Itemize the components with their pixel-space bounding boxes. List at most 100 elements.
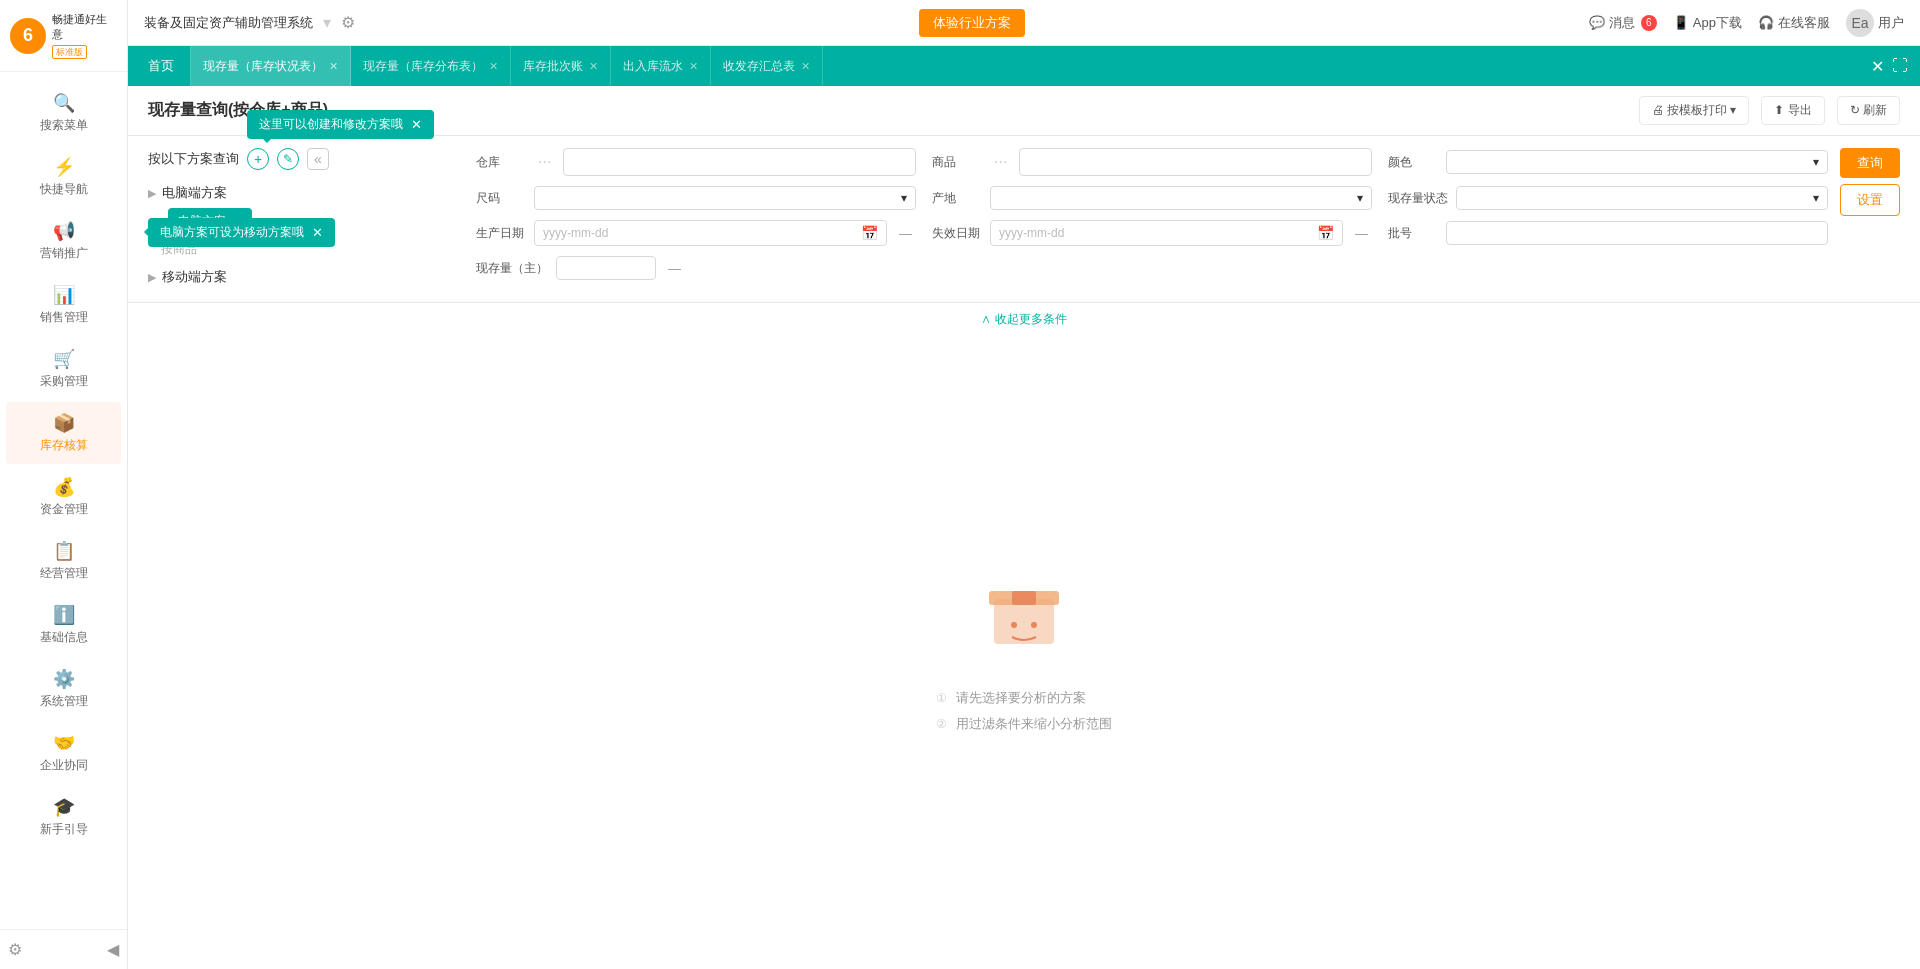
tab-summary-close[interactable]: ✕ [801,60,810,73]
sidebar-item-search[interactable]: 🔍 搜索菜单 [6,82,121,144]
produce-date-separator: — [895,226,916,241]
svg-point-4 [1031,622,1037,628]
print-btn[interactable]: 🖨 按模板打印 ▾ [1639,96,1750,125]
sidebar-item-basic[interactable]: ℹ️ 基础信息 [6,594,121,656]
tab-maximize-btn[interactable]: ⛶ [1892,57,1908,76]
filter-product: 商品 ··· [932,148,1372,176]
stock-status-select[interactable]: ▾ [1456,186,1828,210]
empty-state: ① 请先选择要分析的方案 ② 用过滤条件来缩小分析范围 [128,336,1920,969]
expire-date-start[interactable]: yyyy-mm-dd 📅 [990,220,1343,246]
app-download-btn[interactable]: 📱 App下载 [1673,14,1742,32]
newbie-icon: 🎓 [53,796,75,818]
sidebar-logo: 6 畅捷通好生意 标准版 [0,0,127,72]
filter-row-1: 仓库 ··· 商品 ··· 颜色 [476,148,1828,176]
sidebar-settings-btn[interactable]: ⚙ [8,940,22,959]
tab-inventory-status-label: 现存量（库存状况表） [203,58,323,75]
mobile-arrow-icon: ▶ [148,271,156,284]
refresh-btn[interactable]: ↻ 刷新 [1837,96,1900,125]
filter-header: 按以下方案查询 + 这里可以创建和修改方案哦 ✕ ✎ « [148,148,448,170]
top-header-left: 装备及固定资产辅助管理系统 ▾ ⚙ [144,13,355,32]
warehouse-input[interactable] [563,148,916,176]
filter-edit-btn[interactable]: ✎ [277,148,299,170]
sidebar-collapse-btn[interactable]: ◀ [107,940,119,959]
tab-inventory-status-close[interactable]: ✕ [329,60,338,73]
produce-date-start[interactable]: yyyy-mm-dd 📅 [534,220,887,246]
filter-batch: 批号 [1388,221,1828,245]
filter-arrow-btn[interactable]: « [307,148,329,170]
tab-flow[interactable]: 出入库流水 ✕ [611,46,711,86]
sidebar-item-system-label: 系统管理 [40,693,88,710]
inventory-icon: 📦 [53,412,75,434]
filter-color: 颜色 ▾ [1388,150,1828,174]
size-select[interactable]: ▾ [534,186,916,210]
sidebar-item-newbie-label: 新手引导 [40,821,88,838]
filter-collapse-btn[interactable]: ∧ 收起更多条件 [128,303,1920,336]
expire-date-placeholder: yyyy-mm-dd [999,226,1064,240]
tab-batch[interactable]: 库存批次账 ✕ [511,46,611,86]
tab-flow-close[interactable]: ✕ [689,60,698,73]
scheme-tree-pc[interactable]: ▶ 电脑端方案 [148,180,448,206]
tab-summary[interactable]: 收发存汇总表 ✕ [711,46,823,86]
color-select[interactable]: ▾ [1446,150,1828,174]
scheme-tree-mobile[interactable]: ▶ 移动端方案 [148,264,448,290]
message-btn[interactable]: 💬 消息 6 [1589,14,1657,32]
user-btn[interactable]: Ea 用户 [1846,9,1904,37]
tooltip-add-text: 这里可以创建和修改方案哦 [259,116,403,133]
system-settings-icon[interactable]: ⚙ [341,13,355,32]
marketing-icon: 📢 [53,220,75,242]
quick-icon: ⚡ [53,156,75,178]
sidebar-item-marketing[interactable]: 📢 营销推广 [6,210,121,272]
batch-input[interactable] [1446,221,1828,245]
empty-text: ① 请先选择要分析的方案 ② 用过滤条件来缩小分析范围 [936,685,1113,737]
sidebar-item-inventory[interactable]: 📦 库存核算 [6,402,121,464]
experience-btn[interactable]: 体验行业方案 [919,9,1025,37]
tab-home-label: 首页 [148,57,174,75]
tab-inventory-dist-close[interactable]: ✕ [489,60,498,73]
sidebar-item-sales[interactable]: 📊 销售管理 [6,274,121,336]
sidebar-item-enterprise[interactable]: 🤝 企业协同 [6,722,121,784]
online-service-btn[interactable]: 🎧 在线客服 [1758,14,1830,32]
export-btn[interactable]: ⬆ 导出 [1761,96,1824,125]
tab-minimize-btn[interactable]: ✕ [1871,57,1884,76]
sidebar-item-quick[interactable]: ⚡ 快捷导航 [6,146,121,208]
filter-stock-qty: 现存量（主） — [476,256,685,280]
tooltip-add-close[interactable]: ✕ [411,117,422,132]
query-btn[interactable]: 查询 [1840,148,1900,178]
tab-batch-close[interactable]: ✕ [589,60,598,73]
tab-home[interactable]: 首页 [132,46,191,86]
stock-qty-start[interactable] [556,256,656,280]
size-label: 尺码 [476,190,526,207]
expire-date-icon: 📅 [1317,225,1334,241]
stock-status-dropdown-icon: ▾ [1813,191,1819,205]
sidebar-item-operation[interactable]: 📋 经营管理 [6,530,121,592]
sidebar-item-purchase[interactable]: 🛒 采购管理 [6,338,121,400]
user-label: 用户 [1878,14,1904,32]
mobile-icon: 📱 [1673,15,1689,30]
sidebar-item-newbie[interactable]: 🎓 新手引导 [6,786,121,848]
filter-add-btn[interactable]: + [247,148,269,170]
origin-label: 产地 [932,190,982,207]
size-dropdown-icon: ▾ [901,191,907,205]
refresh-btn-label: 刷新 [1863,103,1887,117]
stock-qty-label: 现存量（主） [476,260,548,277]
tab-inventory-dist-label: 现存量（库存分布表） [363,58,483,75]
set-btn[interactable]: 设置 [1840,184,1900,216]
sidebar-item-enterprise-label: 企业协同 [40,757,88,774]
brand-name: 畅捷通好生意 [52,12,117,43]
avatar: Ea [1846,9,1874,37]
origin-select[interactable]: ▾ [990,186,1372,210]
filter-left: 按以下方案查询 + 这里可以创建和修改方案哦 ✕ ✎ « [148,148,448,290]
color-dropdown-icon: ▾ [1813,155,1819,169]
warehouse-label: 仓库 [476,154,526,171]
product-input[interactable] [1019,148,1372,176]
product-dots[interactable]: ··· [990,149,1011,175]
main-content: 装备及固定资产辅助管理系统 ▾ ⚙ 体验行业方案 💬 消息 6 📱 App下载 … [128,0,1920,969]
sidebar-item-finance[interactable]: 💰 资金管理 [6,466,121,528]
warehouse-dots[interactable]: ··· [534,149,555,175]
tooltip-scheme-close[interactable]: ✕ [312,225,323,240]
tab-inventory-status[interactable]: 现存量（库存状况表） ✕ [191,46,351,86]
sidebar-item-system[interactable]: ⚙️ 系统管理 [6,658,121,720]
sidebar-item-finance-label: 资金管理 [40,501,88,518]
system-dropdown-icon[interactable]: ▾ [323,13,331,32]
tab-inventory-dist[interactable]: 现存量（库存分布表） ✕ [351,46,511,86]
